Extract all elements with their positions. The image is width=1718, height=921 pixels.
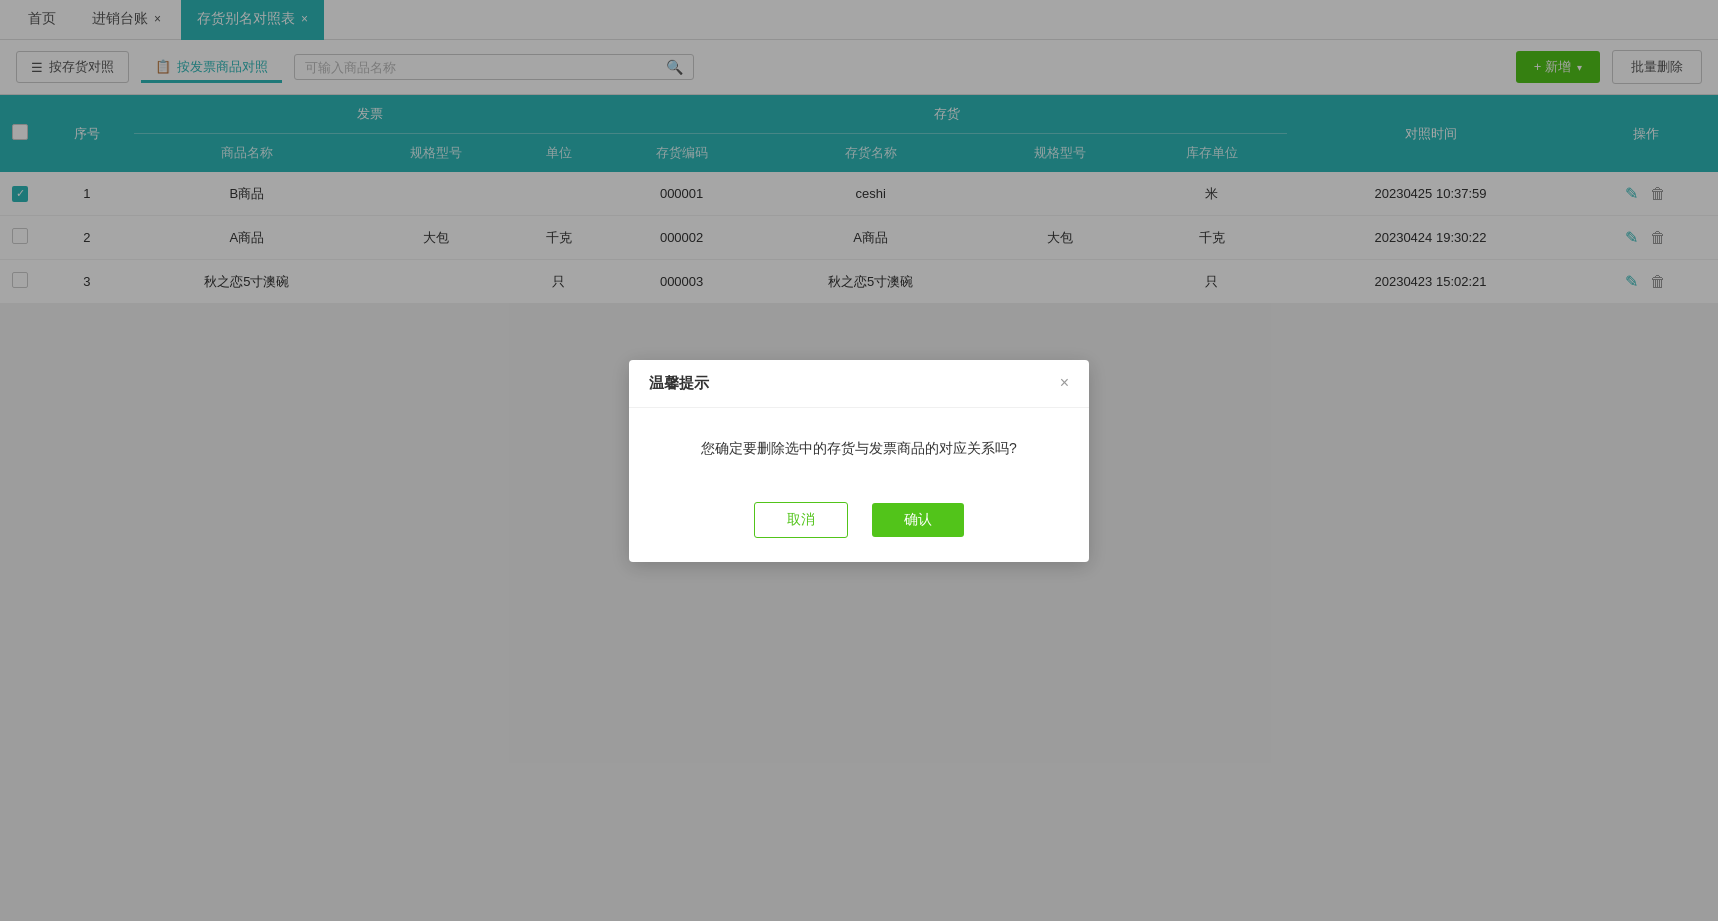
overlay: 温馨提示 × 您确定要删除选中的存货与发票商品的对应关系吗? 取消 确认 [0, 0, 1718, 304]
